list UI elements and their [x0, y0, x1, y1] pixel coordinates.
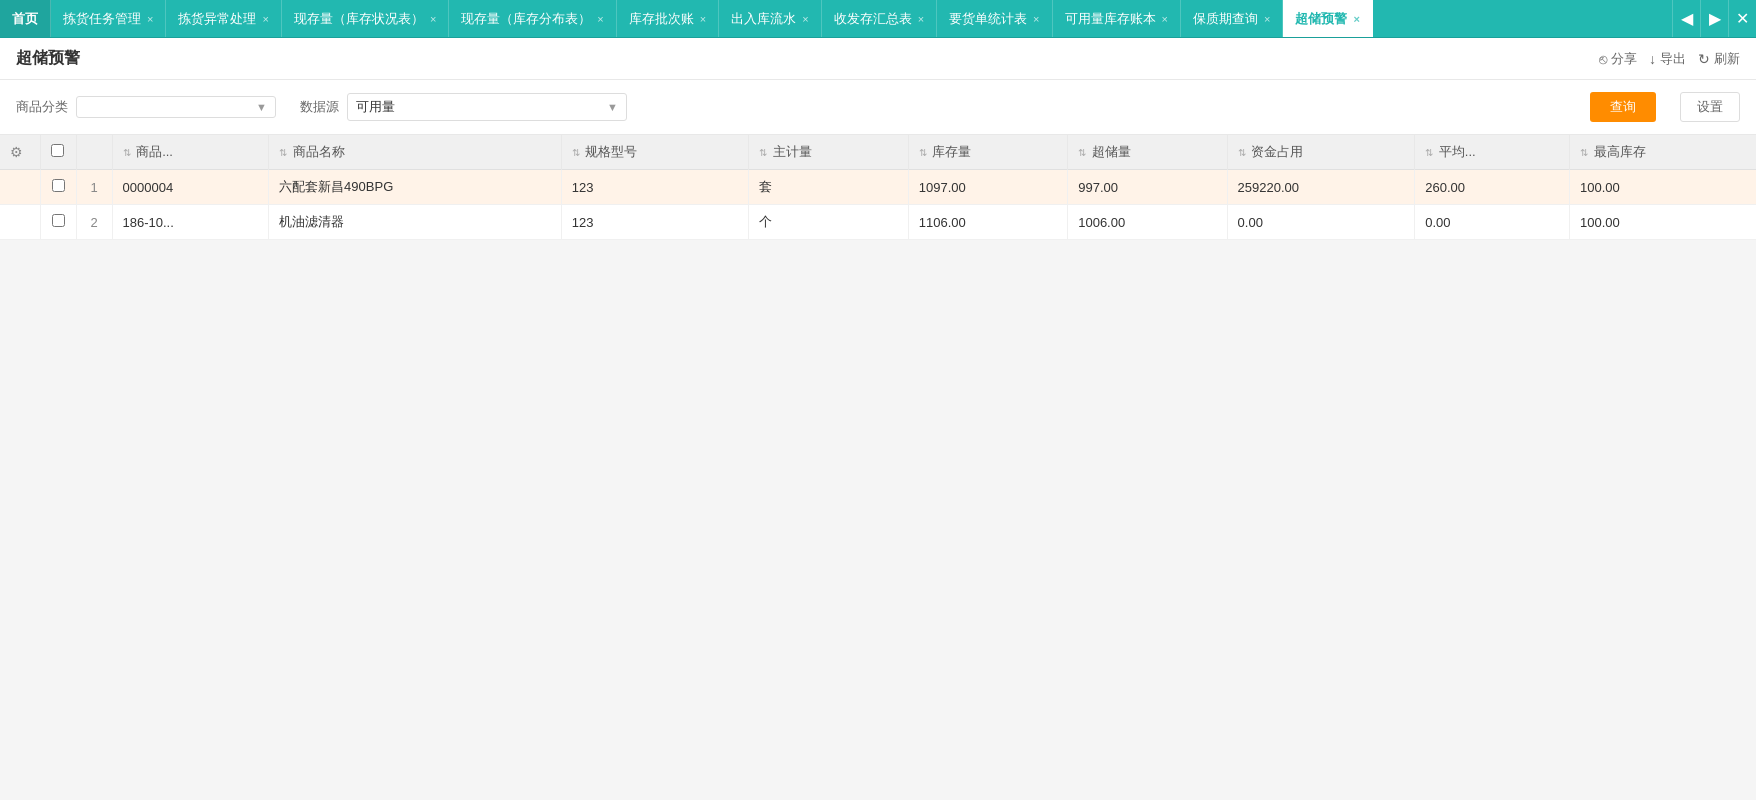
close-available-inventory[interactable]: ×: [1162, 13, 1168, 25]
header-actions: ⎋ 分享 ↓ 导出 ↻ 刷新: [1599, 50, 1740, 68]
category-filter-group: 商品分类 ▼: [16, 96, 276, 118]
col-unit[interactable]: ⇅ 主计量: [749, 135, 908, 170]
table-row: 2 186-10... 机油滤清器 123 个 1106.00 1006.00 …: [0, 205, 1756, 240]
datasource-select[interactable]: 可用量 ▼: [347, 93, 627, 121]
nav-inout-flow[interactable]: 出入库流水 ×: [719, 0, 821, 37]
row2-overstock-qty: 1006.00: [1068, 205, 1227, 240]
refresh-button[interactable]: ↻ 刷新: [1698, 50, 1740, 68]
row1-capital-usage: 259220.00: [1227, 170, 1415, 205]
table-header: ⚙ ⇅ 商品... ⇅ 商品名称 ⇅: [0, 135, 1756, 170]
close-inventory-dist[interactable]: ×: [597, 13, 603, 25]
close-batch-account[interactable]: ×: [700, 13, 706, 25]
row1-max-stock: 100.00: [1569, 170, 1756, 205]
row1-checkbox[interactable]: [52, 179, 65, 192]
row1-num: 1: [76, 170, 112, 205]
col-capital-usage[interactable]: ⇅ 资金占用: [1227, 135, 1415, 170]
category-label: 商品分类: [16, 98, 68, 116]
share-icon: ⎋: [1599, 51, 1607, 67]
datasource-label: 数据源: [300, 98, 339, 116]
top-nav: 首页 拣货任务管理 × 拣货异常处理 × 现存量（库存状况表） × 现存量（库存…: [0, 0, 1756, 38]
category-dropdown-icon: ▼: [256, 101, 267, 113]
datasource-dropdown-icon: ▼: [607, 101, 618, 113]
nav-overstock-warning[interactable]: 超储预警 ×: [1283, 0, 1372, 37]
row2-stock-qty: 1106.00: [908, 205, 1067, 240]
close-order-stat[interactable]: ×: [1033, 13, 1039, 25]
col-row-num: [76, 135, 112, 170]
settings-gear-icon[interactable]: ⚙: [10, 144, 23, 160]
col-spec[interactable]: ⇅ 规格型号: [561, 135, 749, 170]
row1-unit: 套: [749, 170, 908, 205]
row1-spec: 123: [561, 170, 749, 205]
nav-prev-button[interactable]: ◀: [1672, 0, 1700, 38]
nav-available-inventory[interactable]: 可用量库存账本 ×: [1053, 0, 1181, 37]
query-button[interactable]: 查询: [1590, 92, 1656, 122]
col-product-code[interactable]: ⇅ 商品...: [112, 135, 269, 170]
col-max-stock[interactable]: ⇅ 最高库存: [1569, 135, 1756, 170]
settings-button[interactable]: 设置: [1680, 92, 1740, 122]
nav-pick-task[interactable]: 拣货任务管理 ×: [51, 0, 166, 37]
nav-close-button[interactable]: ✕: [1728, 0, 1756, 38]
export-button[interactable]: ↓ 导出: [1649, 50, 1686, 68]
close-inout-flow[interactable]: ×: [802, 13, 808, 25]
row2-spec: 123: [561, 205, 749, 240]
row1-settings-cell: [0, 170, 40, 205]
col-stock-qty[interactable]: ⇅ 库存量: [908, 135, 1067, 170]
row1-overstock-qty: 997.00: [1068, 170, 1227, 205]
data-table: ⚙ ⇅ 商品... ⇅ 商品名称 ⇅: [0, 135, 1756, 240]
row1-stock-qty: 1097.00: [908, 170, 1067, 205]
page-title: 超储预警: [16, 48, 80, 69]
row2-capital-usage: 0.00: [1227, 205, 1415, 240]
col-product-name[interactable]: ⇅ 商品名称: [269, 135, 562, 170]
page-header: 超储预警 ⎋ 分享 ↓ 导出 ↻ 刷新: [0, 38, 1756, 80]
nav-next-button[interactable]: ▶: [1700, 0, 1728, 38]
col-checkbox: [40, 135, 76, 170]
row1-avg: 260.00: [1415, 170, 1570, 205]
select-all-checkbox[interactable]: [51, 144, 64, 157]
row2-settings-cell: [0, 205, 40, 240]
close-inventory-status[interactable]: ×: [430, 13, 436, 25]
nav-home[interactable]: 首页: [0, 0, 51, 37]
col-avg[interactable]: ⇅ 平均...: [1415, 135, 1570, 170]
export-icon: ↓: [1649, 51, 1656, 67]
nav-order-stat[interactable]: 要货单统计表 ×: [937, 0, 1052, 37]
nav-inventory-dist[interactable]: 现存量（库存分布表） ×: [449, 0, 616, 37]
row2-product-name: 机油滤清器: [269, 205, 562, 240]
close-recv-send-summary[interactable]: ×: [918, 13, 924, 25]
row2-unit: 个: [749, 205, 908, 240]
refresh-icon: ↻: [1698, 51, 1710, 67]
close-overstock-warning[interactable]: ×: [1353, 13, 1359, 25]
table-row: 1 0000004 六配套新昌490BPG 123 套 1097.00 997.…: [0, 170, 1756, 205]
col-overstock-qty[interactable]: ⇅ 超储量: [1068, 135, 1227, 170]
nav-shelf-life[interactable]: 保质期查询 ×: [1181, 0, 1283, 37]
row1-product-name: 六配套新昌490BPG: [269, 170, 562, 205]
share-button[interactable]: ⎋ 分享: [1599, 50, 1637, 68]
nav-arrows: ◀ ▶ ✕: [1672, 0, 1756, 38]
row2-checkbox[interactable]: [52, 214, 65, 227]
row1-product-code: 0000004: [112, 170, 269, 205]
table-body: 1 0000004 六配套新昌490BPG 123 套 1097.00 997.…: [0, 170, 1756, 240]
content-area: ⚙ ⇅ 商品... ⇅ 商品名称 ⇅: [0, 135, 1756, 240]
nav-batch-account[interactable]: 库存批次账 ×: [617, 0, 719, 37]
row2-checkbox-cell[interactable]: [40, 205, 76, 240]
row2-num: 2: [76, 205, 112, 240]
nav-inventory-status[interactable]: 现存量（库存状况表） ×: [282, 0, 449, 37]
filter-row: 商品分类 ▼ 数据源 可用量 ▼ 查询 设置: [0, 80, 1756, 135]
close-pick-task[interactable]: ×: [147, 13, 153, 25]
col-settings[interactable]: ⚙: [0, 135, 40, 170]
row2-max-stock: 100.00: [1569, 205, 1756, 240]
datasource-filter-group: 数据源 可用量 ▼: [300, 93, 627, 121]
category-select[interactable]: ▼: [76, 96, 276, 118]
nav-pick-exception[interactable]: 拣货异常处理 ×: [166, 0, 281, 37]
close-shelf-life[interactable]: ×: [1264, 13, 1270, 25]
row1-checkbox-cell[interactable]: [40, 170, 76, 205]
row2-avg: 0.00: [1415, 205, 1570, 240]
nav-recv-send-summary[interactable]: 收发存汇总表 ×: [822, 0, 937, 37]
close-pick-exception[interactable]: ×: [262, 13, 268, 25]
row2-product-code: 186-10...: [112, 205, 269, 240]
datasource-select-value: 可用量: [356, 98, 599, 116]
table-container: ⚙ ⇅ 商品... ⇅ 商品名称 ⇅: [0, 135, 1756, 240]
